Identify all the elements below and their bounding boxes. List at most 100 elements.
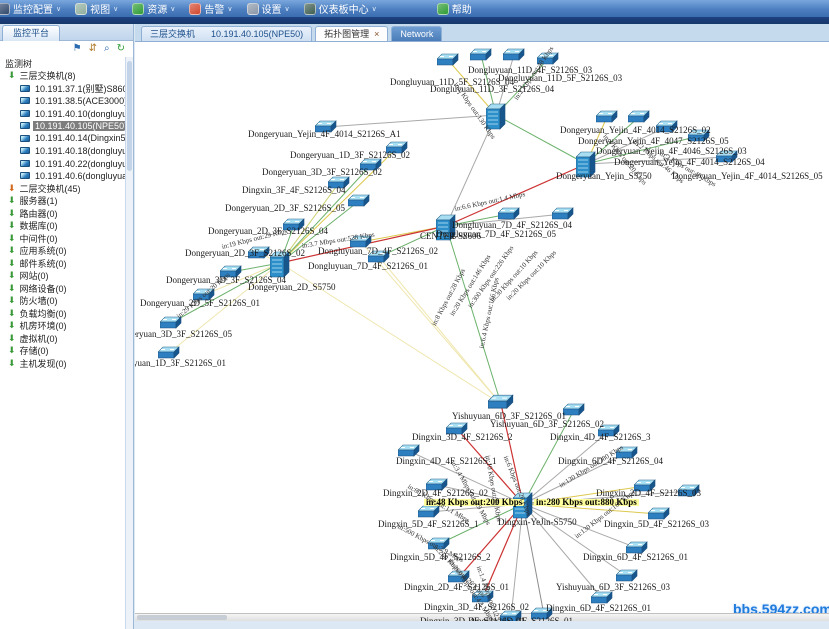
- node-label: Yishuyuan_6D_3F_S2126S_02: [490, 420, 604, 429]
- tab-3[interactable]: Network: [391, 26, 442, 41]
- sidebar-tab-monitor-platform[interactable]: 监控平台: [2, 25, 60, 41]
- chevron-down-icon: ∨: [56, 5, 61, 13]
- switch-node[interactable]: [348, 194, 370, 214]
- menu-item-2[interactable]: 视图∨: [75, 1, 118, 16]
- tree-device-item[interactable]: 10.191.40.18(dongluyuan_11D_汇]: [0, 145, 126, 158]
- node-label: Dingxin_6D_4F_S2126S_01: [583, 553, 688, 562]
- expand-arrow-icon[interactable]: ⬇: [8, 334, 16, 343]
- tree-item-label: 中间件(0): [18, 232, 60, 245]
- sidebar-scrollbar-thumb[interactable]: [127, 61, 132, 171]
- tree-group-item[interactable]: ⬇负载均衡(0): [0, 307, 126, 320]
- tab-2[interactable]: 拓扑图管理 ×: [315, 26, 388, 41]
- tree-group-item[interactable]: ⬇邮件系统(0): [0, 257, 126, 270]
- resource-icon: [132, 3, 144, 15]
- sidebar-header: 监控平台: [0, 24, 133, 41]
- tree-group-item[interactable]: ⬇网站(0): [0, 270, 126, 283]
- locate-icon[interactable]: ⚑: [73, 44, 82, 54]
- node-label: Dongluyuan_7D_4F_S2126S_05: [436, 230, 556, 239]
- tree-item-label: 服务器(1): [18, 194, 60, 207]
- tree-item-label: 虚拟机(0): [18, 332, 60, 345]
- tree-group-item[interactable]: ⬇路由器(0): [0, 207, 126, 220]
- node-label: Dongeryuan_3D_3F_S2126S_05: [135, 330, 232, 339]
- tree-device-item[interactable]: 10.191.40.14(Dingxin5750): [0, 132, 126, 145]
- expand-arrow-icon[interactable]: ⬇: [8, 346, 16, 355]
- topology-view-icon: [75, 3, 87, 15]
- tree-group-item[interactable]: ⬇虚拟机(0): [0, 332, 126, 345]
- node-label: Dingxin_3D_4F_S2126S_2: [412, 433, 513, 442]
- expand-arrow-icon[interactable]: ⬇: [8, 321, 16, 330]
- switch-icon: [20, 135, 30, 142]
- tree-item-label: 10.191.37.1(别墅)S8606: [33, 82, 126, 95]
- tree-group-item[interactable]: ⬇存储(0): [0, 345, 126, 358]
- refresh-icon[interactable]: ↻: [117, 44, 125, 54]
- node-label: Dingxin_6D_4F_S2126S_01: [546, 604, 651, 613]
- chevron-down-icon: ∨: [285, 5, 290, 13]
- expand-arrow-icon[interactable]: ⬇: [8, 271, 16, 280]
- topology-canvas[interactable]: bbs.594zz.com Dongluyuan_11D_4F_S2126S_0…: [135, 42, 829, 621]
- expand-arrow-icon[interactable]: ⬇: [8, 209, 16, 218]
- expand-arrow-icon[interactable]: ⬇: [8, 196, 16, 205]
- tab-label: 拓扑图管理: [324, 27, 369, 41]
- tree-item-label: 二层交换机(45): [18, 182, 83, 195]
- menu-item-1[interactable]: 监控配置∨: [0, 1, 61, 16]
- tree-item-label: 10.191.40.22(dongluyuan_7D_汇聚]: [33, 157, 126, 170]
- expand-arrow-icon[interactable]: ⬇: [8, 259, 16, 268]
- node-label: Dongeryuan_2D_3F_S2126S_05: [225, 204, 345, 213]
- expand-arrow-icon[interactable]: ⬇: [8, 359, 16, 368]
- tree-group-item[interactable]: ⬇主机发现(0): [0, 357, 126, 370]
- tree-item-label: 10.191.40.105(NPE50): [33, 121, 126, 131]
- search-icon[interactable]: ⌕: [104, 44, 110, 54]
- menu-item-label: 视图: [90, 1, 110, 16]
- tree-group-item[interactable]: ⬇网络设备(0): [0, 282, 126, 295]
- menu-item-7[interactable]: 帮助: [437, 1, 472, 16]
- expand-arrow-icon[interactable]: ⬇: [8, 296, 16, 305]
- canvas-scrollbar-thumb[interactable]: [137, 615, 227, 620]
- expand-arrow-icon[interactable]: ⬇: [8, 284, 16, 293]
- tree-item-label: 应用系统(0): [18, 244, 69, 257]
- tree-group-item[interactable]: ⬇三层交换机(8): [0, 70, 126, 83]
- tree-group-item[interactable]: ⬇服务器(1): [0, 195, 126, 208]
- content-tab-bar: 三层交换机10.191.40.105(NPE50) 拓扑图管理 × Network: [135, 24, 829, 42]
- tree-device-item[interactable]: 10.191.40.22(dongluyuan_7D_汇聚]: [0, 157, 126, 170]
- node-label: Dongeryuan_1D_3F_S2126S_02: [290, 151, 410, 160]
- menu-item-5[interactable]: 设置∨: [247, 1, 290, 16]
- node-label: Dongeryuan_3D_3F_S2126S_02: [262, 168, 382, 177]
- chevron-down-icon: ∨: [372, 5, 377, 13]
- tree-device-item[interactable]: 10.191.38.5(ACE3000): [0, 95, 126, 108]
- tree-item-label: 邮件系统(0): [18, 257, 69, 270]
- dashboard-icon: [304, 3, 316, 15]
- menu-item-label: 仪表板中心: [319, 1, 369, 16]
- tree-device-item[interactable]: 10.191.40.105(NPE50): [0, 120, 126, 133]
- tree-group-item[interactable]: ⬇机房环境(0): [0, 320, 126, 333]
- device-tree: 监测树⬇三层交换机(8)10.191.37.1(别墅)S860610.191.3…: [0, 57, 126, 629]
- sidebar-panel: 监控平台 ⚑ ⇵ ⌕ ↻ 监测树⬇三层交换机(8)10.191.37.1(别墅)S86…: [0, 24, 134, 629]
- expand-arrow-icon[interactable]: ⬇: [8, 309, 16, 318]
- switch-icon: [20, 172, 30, 179]
- tree-group-item[interactable]: ⬇数据库(0): [0, 220, 126, 233]
- menu-item-3[interactable]: 资源∨: [132, 1, 175, 16]
- node-label: Dongeryuan_Yejin_4F_4014_S2126S_A1: [248, 130, 401, 139]
- switch-node[interactable]: [437, 53, 459, 73]
- expand-arrow-icon[interactable]: ⬇: [8, 71, 16, 80]
- chevron-down-icon: ∨: [113, 5, 118, 13]
- menu-item-4[interactable]: 告警∨: [189, 1, 232, 16]
- tree-device-item[interactable]: 10.191.37.1(别墅)S8606: [0, 82, 126, 95]
- tree-group-item[interactable]: ⬇中间件(0): [0, 232, 126, 245]
- sort-icon[interactable]: ⇵: [89, 44, 97, 54]
- expand-arrow-icon[interactable]: ⬇: [8, 246, 16, 255]
- expand-arrow-icon[interactable]: ⬇: [8, 184, 16, 193]
- tree-device-item[interactable]: 10.191.40.10(dongluyuanyejin_汇]: [0, 107, 126, 120]
- switch-icon: [20, 160, 30, 167]
- expand-arrow-icon[interactable]: ⬇: [8, 234, 16, 243]
- node-label: Dongluyuan_11D_3F_S2126S_04: [430, 85, 554, 94]
- tab-1[interactable]: 三层交换机10.191.40.105(NPE50): [141, 26, 312, 41]
- tree-device-item[interactable]: 10.191.40.6(dongluyuan_2D_汇聚]: [0, 170, 126, 183]
- tree-root[interactable]: 监测树: [0, 57, 126, 70]
- close-icon[interactable]: ×: [374, 27, 379, 41]
- expand-arrow-icon[interactable]: ⬇: [8, 221, 16, 230]
- menu-item-6[interactable]: 仪表板中心∨: [304, 1, 377, 16]
- tree-group-item[interactable]: ⬇防火墙(0): [0, 295, 126, 308]
- tree-group-item[interactable]: ⬇二层交换机(45): [0, 182, 126, 195]
- tree-group-item[interactable]: ⬇应用系统(0): [0, 245, 126, 258]
- sidebar-scrollbar[interactable]: [125, 57, 133, 629]
